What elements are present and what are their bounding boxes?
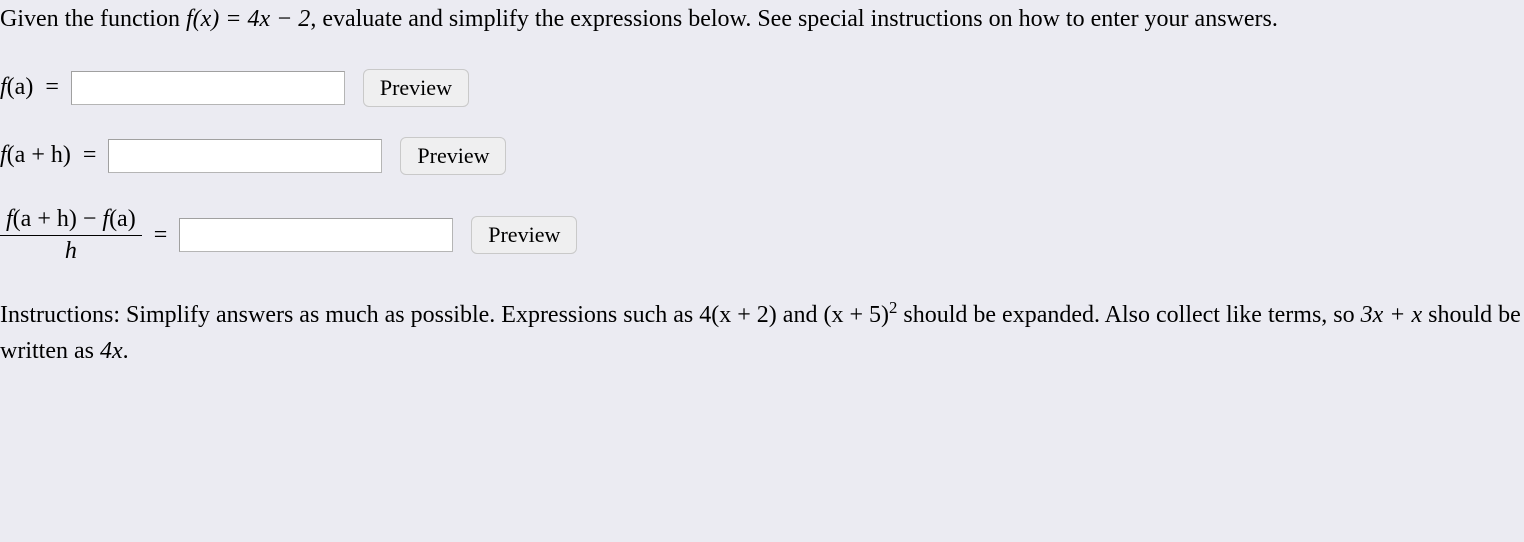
dq-numerator: f(a + h) − f(a) (0, 205, 142, 236)
dq-f1: f (6, 206, 13, 232)
dq-arg1: (a + h) (13, 206, 77, 232)
dq-minus: − (77, 206, 103, 232)
fah-f: f (0, 142, 7, 168)
fa-arg: (a) (7, 74, 34, 100)
instr-mid2: should be expanded. Also collect like te… (897, 302, 1360, 328)
intro-pre: Given the function (0, 6, 186, 32)
preview-button-fa[interactable]: Preview (363, 69, 469, 107)
dq-arg2: (a) (109, 206, 136, 232)
dq-denominator: h (59, 236, 83, 266)
instr-ex4: 4x (100, 338, 123, 364)
fah-arg: (a + h) (7, 142, 71, 168)
input-diffquotient[interactable] (179, 218, 453, 252)
instructions-block: Instructions: Simplify answers as much a… (0, 295, 1524, 369)
row-diffquotient: f(a + h) − f(a) h = Preview (0, 205, 1524, 266)
intro-function: f(x) = 4x − 2 (186, 6, 310, 32)
preview-button-fah[interactable]: Preview (400, 137, 506, 175)
row-fa: f(a) = Preview (0, 69, 1524, 107)
instr-ex1-coef: 4 (699, 302, 711, 328)
row-fah: f(a + h) = Preview (0, 137, 1524, 175)
label-diffquotient: f(a + h) − f(a) h (0, 205, 142, 266)
preview-button-diffquotient[interactable]: Preview (471, 216, 577, 254)
intro-post: , evaluate and simplify the expressions … (310, 6, 1278, 32)
label-fah: f(a + h) (0, 142, 71, 169)
label-fa: f(a) (0, 74, 33, 101)
instr-ex3: 3x + x (1361, 302, 1423, 328)
instr-tail: . (123, 338, 129, 364)
instr-mid1: and (777, 302, 824, 328)
input-fah[interactable] (108, 139, 382, 173)
equals-3: = (154, 222, 168, 249)
problem-statement: Given the function f(x) = 4x − 2, evalua… (0, 2, 1524, 37)
equals-2: = (83, 142, 97, 169)
equals-1: = (45, 74, 59, 101)
fa-f: f (0, 74, 7, 100)
instr-ex2-arg: (x + 5) (823, 302, 889, 328)
instr-ex1-arg: (x + 2) (711, 302, 777, 328)
input-fa[interactable] (71, 71, 345, 105)
instr-lead: Instructions: Simplify answers as much a… (0, 302, 699, 328)
